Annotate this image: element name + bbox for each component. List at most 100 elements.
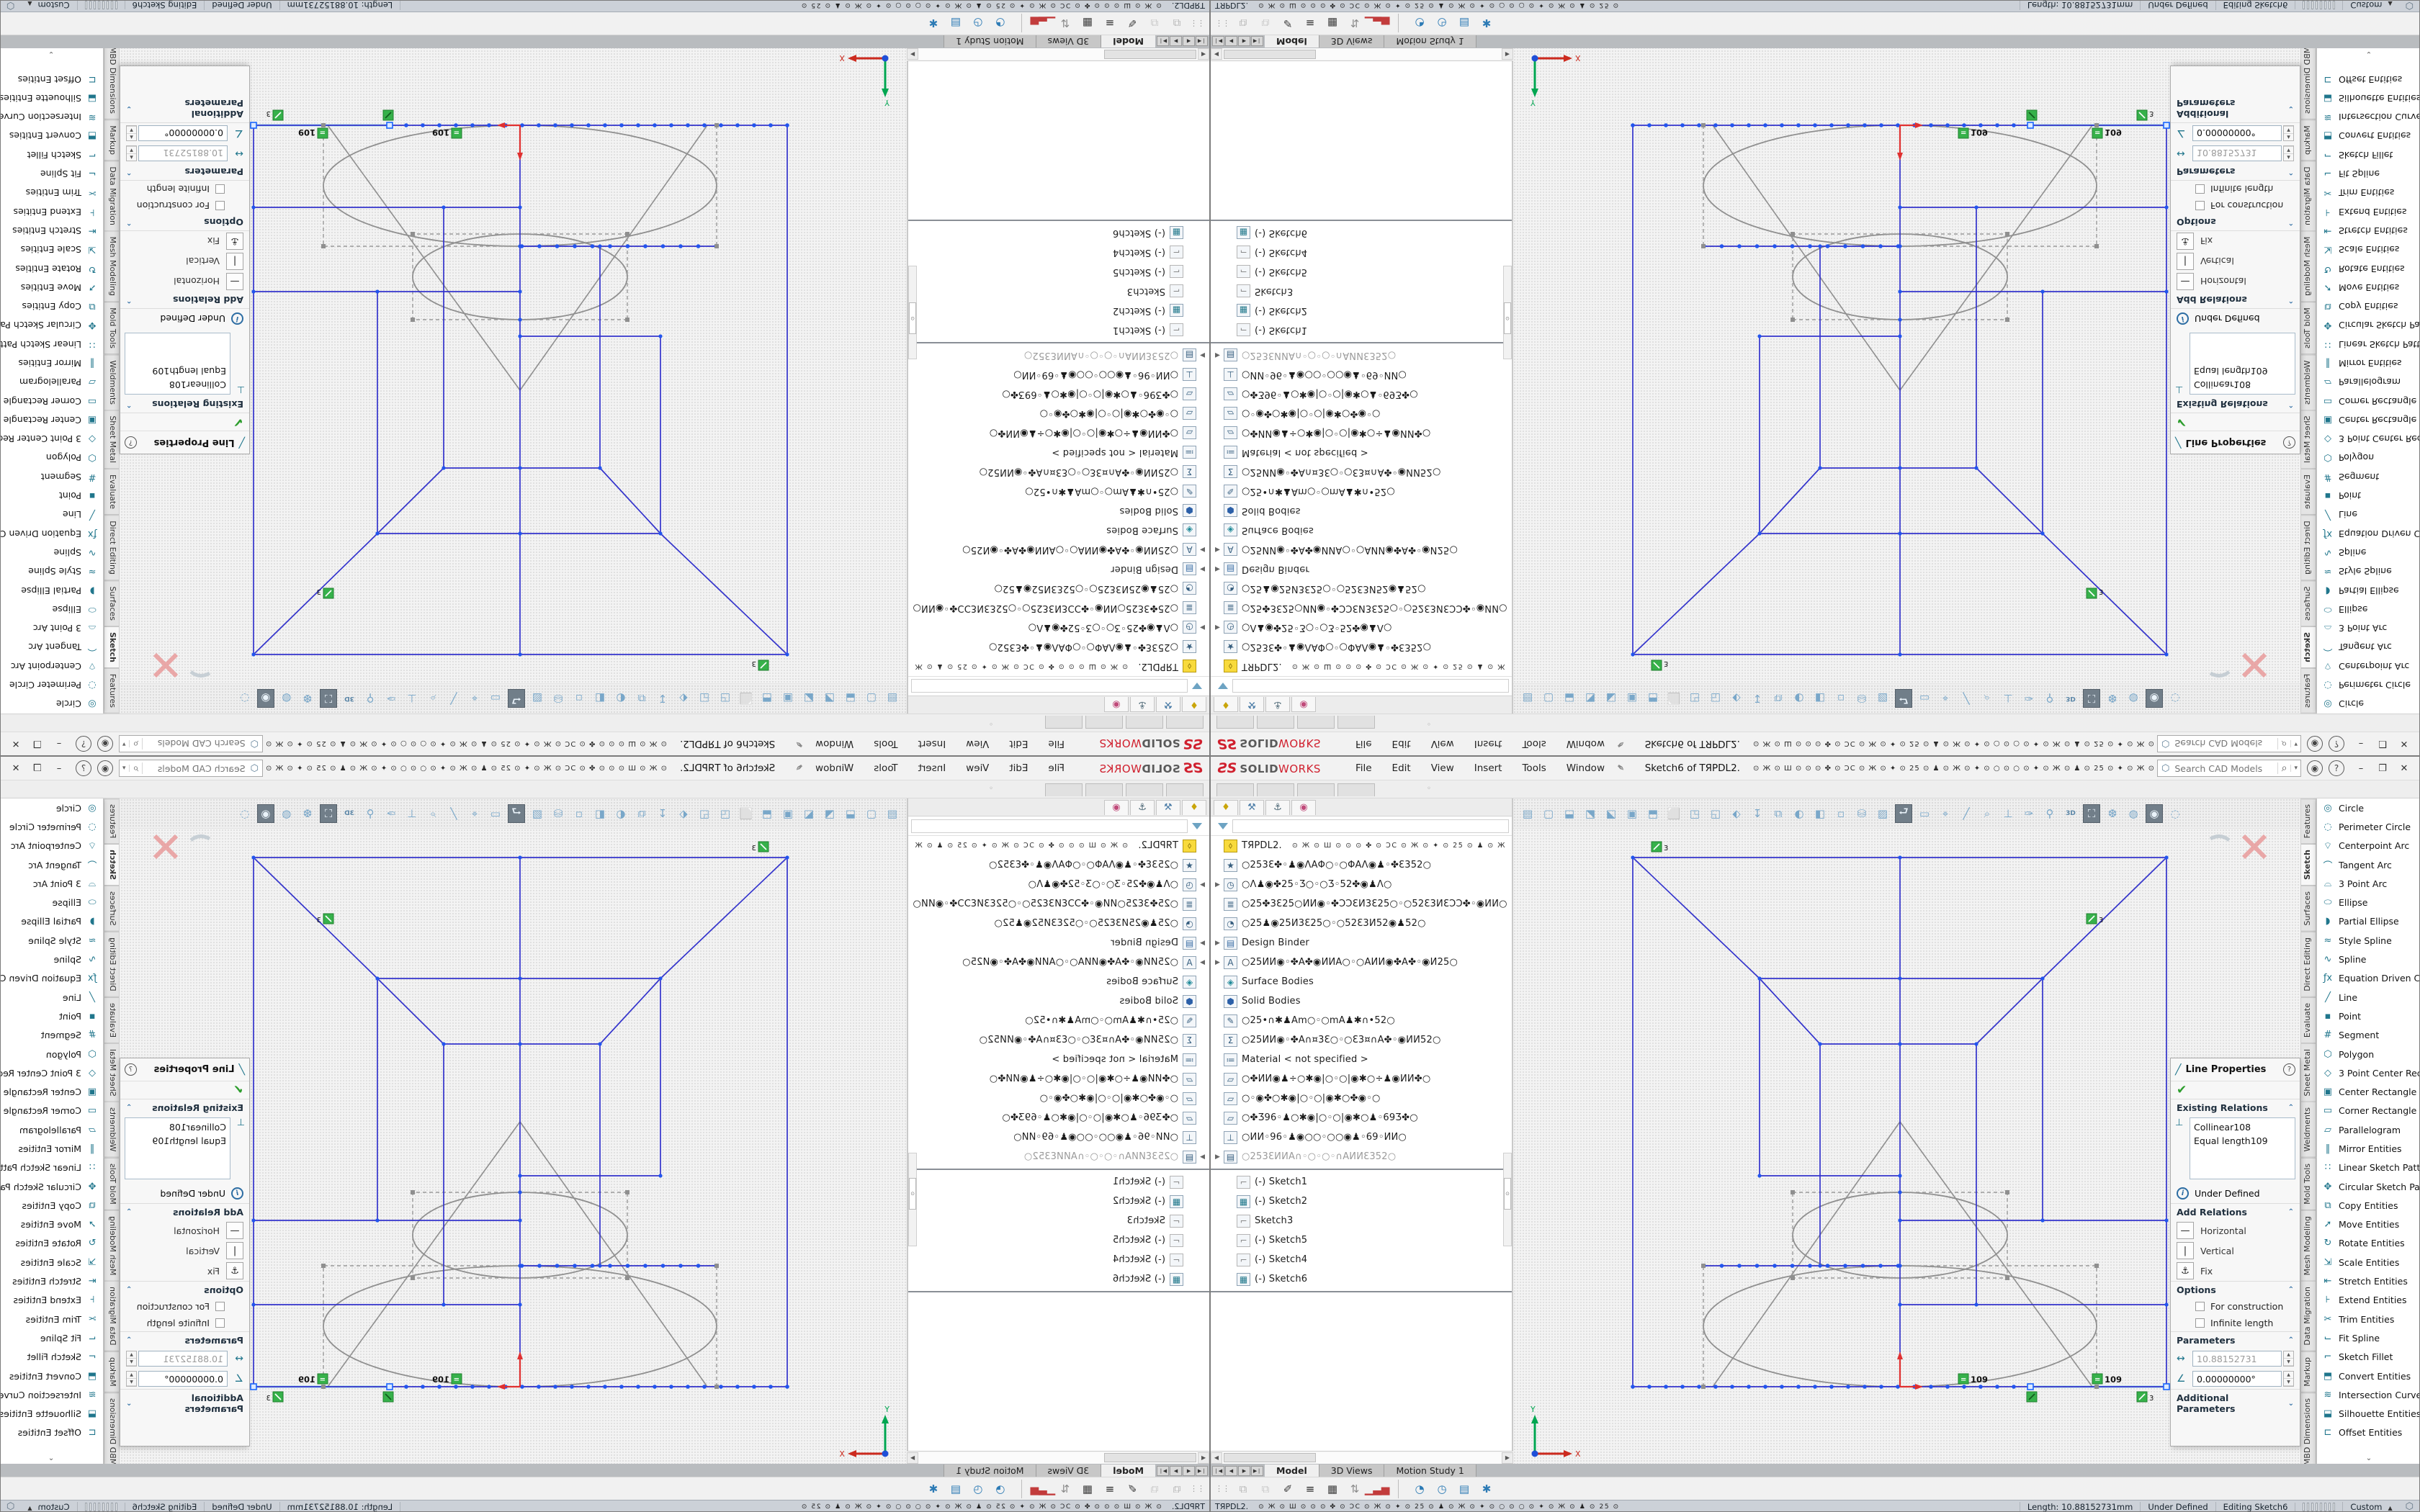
angle-spinner[interactable]: ▲▼: [2283, 1371, 2294, 1387]
tool-silhouette-entities[interactable]: ⬓Silhouette Entities: [0, 1405, 103, 1423]
tool-spline[interactable]: ∿Spline: [0, 543, 103, 562]
view-toolbar-icon[interactable]: ◍: [278, 804, 295, 823]
tab-motion-study[interactable]: Motion Study 1: [944, 1464, 1035, 1477]
view-toolbar-icon[interactable]: ⮐: [508, 804, 525, 823]
view-toolbar-icon[interactable]: ⛁: [550, 690, 567, 708]
tree-item-sigma[interactable]: Σ○25ИИ◉◦✤A∩¤3Ɛ○◦○Ɛ3¤∩A✤◦◉ИИ52○: [908, 1030, 1209, 1050]
section-existing-relations[interactable]: Existing Relations⌃: [2171, 1099, 2300, 1116]
tool-corner-rectangle[interactable]: ▭Corner Rectangle: [0, 392, 103, 410]
commandmanager-tab-mbd-dimensions[interactable]: MBD Dimensions: [2301, 48, 2316, 120]
tool-3-point-arc[interactable]: ⌓3 Point Arc: [2317, 619, 2420, 638]
flyout-scroll-more-icon[interactable]: ⌄: [0, 1454, 103, 1462]
search-icon[interactable]: ⌕: [130, 762, 143, 774]
collapse-icon[interactable]: ⌃: [2288, 1104, 2294, 1112]
view-toolbar-icon[interactable]: ⬕: [800, 690, 817, 708]
commandmanager-tab-features[interactable]: Features: [2301, 798, 2316, 844]
tree-item-sketch[interactable]: ⌐(-) Sketch1: [1211, 320, 1512, 340]
tab-3d-views[interactable]: 3D Views: [1319, 1464, 1385, 1477]
tree-item-sensors[interactable]: ≣○25✤3Ɛ25○ИИ◉◦✤ƆƆƐИ3Ɛ25○◦○52Ɛ3ИƐƆƆ✤◦◉ИИ○: [908, 894, 1209, 914]
propertymanager-tab[interactable]: ⚒: [1240, 698, 1264, 713]
view-toolbar-icon[interactable]: ⌖: [466, 690, 483, 708]
commandmanager-tab-weldments[interactable]: Weldments: [2301, 354, 2316, 410]
tool-center-rectangle[interactable]: ▣Center Rectangle: [2317, 410, 2420, 429]
view-toolbar-icon[interactable]: ▢: [863, 804, 880, 823]
collapse-icon[interactable]: ⌃: [2288, 400, 2294, 408]
tool-scale-entities[interactable]: ⇲Scale Entities: [0, 1253, 103, 1272]
tool-convert-entities[interactable]: ⬒Convert Entities: [2317, 1367, 2420, 1385]
tab-motion-study[interactable]: Motion Study 1: [1384, 35, 1476, 48]
checkbox[interactable]: [2195, 201, 2205, 210]
relations-list[interactable]: Collinear108 Equal length109: [2190, 333, 2295, 395]
view-toolbar-icon[interactable]: ◱: [696, 690, 713, 708]
view-toolbar-icon[interactable]: ▤: [1519, 690, 1536, 708]
tool-offset-entities[interactable]: ⊏Offset Entities: [0, 70, 103, 89]
section-add-relations[interactable]: Add Relations⌃: [2171, 292, 2300, 309]
section-existing-relations[interactable]: Existing Relations⌃: [120, 396, 249, 413]
tool-perimeter-circle[interactable]: ◌Perimeter Circle: [0, 675, 103, 694]
expand-arrow-icon[interactable]: ▶: [1196, 546, 1205, 554]
horizontal-icon[interactable]: —: [226, 1222, 243, 1239]
tree-item-sketch[interactable]: ⌐(-) Sketch1: [908, 320, 1209, 340]
tab-motion-study[interactable]: Motion Study 1: [1384, 1464, 1476, 1477]
section-parameters[interactable]: Parameters⌃: [120, 163, 249, 181]
view-toolbar-icon[interactable]: ⛶: [2083, 804, 2100, 823]
document-tab[interactable]: [1085, 783, 1123, 796]
tree-item-pencil[interactable]: ✎○25•∩✱♟Am○◦○mA♟✱∩•52○: [908, 1011, 1209, 1030]
view-toolbar-icon[interactable]: ⧉: [633, 690, 650, 708]
bottom-toolbar-icon[interactable]: ≡: [1101, 1480, 1119, 1498]
tree-vertical-scrollbar[interactable]: ⊙: [1503, 266, 1512, 359]
view-toolbar-icon[interactable]: ▫: [1832, 690, 1850, 708]
section-options[interactable]: Options⌃: [120, 1281, 249, 1298]
panel-help-icon[interactable]: ?: [125, 1063, 137, 1076]
document-tab[interactable]: [1337, 783, 1375, 796]
tool-copy-entities[interactable]: ⧉Copy Entities: [2317, 297, 2420, 315]
tree-vertical-scrollbar[interactable]: ⊙: [1503, 1153, 1512, 1246]
bottom-toolbar-icon[interactable]: ⧉: [1234, 15, 1252, 32]
view-toolbar-icon[interactable]: ▭: [487, 690, 504, 708]
tool-parallelogram[interactable]: ▱Parallelogram: [2317, 1120, 2420, 1139]
commandmanager-tab-data-migration[interactable]: Data Migration: [2301, 161, 2316, 231]
tool-line[interactable]: ╱Line: [0, 505, 103, 524]
collapse-icon[interactable]: ⌃: [126, 218, 132, 226]
view-toolbar-icon[interactable]: ⬒: [758, 804, 776, 823]
menu-edit[interactable]: Edit: [999, 735, 1038, 752]
view-toolbar-icon[interactable]: ╱: [445, 804, 462, 823]
commandmanager-tab-mesh-modeling[interactable]: Mesh Modeling: [2301, 231, 2316, 302]
view-toolbar-icon[interactable]: ⮐: [1895, 804, 1912, 823]
view-toolbar-icon[interactable]: ⌕: [1978, 804, 1996, 823]
commandmanager-tab-sheet-metal[interactable]: Sheet Metal: [2301, 1043, 2316, 1102]
fix-anchor-icon[interactable]: ⚓: [2177, 233, 2194, 250]
view-toolbar-icon[interactable]: ◉: [257, 804, 274, 823]
tool-trim-entities[interactable]: ✂Trim Entities: [2317, 184, 2420, 202]
commandmanager-tab-evaluate[interactable]: Evaluate: [104, 997, 119, 1043]
tool-trim-entities[interactable]: ✂Trim Entities: [0, 184, 103, 202]
view-toolbar-icon[interactable]: ◐: [612, 804, 629, 823]
add-relation-vertical[interactable]: |Vertical: [2171, 251, 2300, 271]
tree-item-plane[interactable]: ▱○✤Ʒ96◦♟○✱◉|○◦○|◉✱○♟◦69Ʒ✤○: [908, 384, 1209, 404]
angle-field[interactable]: 0.00000000°: [2192, 1371, 2282, 1387]
tool-style-spline[interactable]: ≈Style Spline: [2317, 931, 2420, 950]
relations-list[interactable]: Collinear108 Equal length109: [125, 333, 230, 395]
tree-vertical-scrollbar[interactable]: ⊙: [908, 266, 917, 359]
status-unit-profile[interactable]: Custom▲: [2342, 1, 2399, 11]
tool-center-rectangle[interactable]: ▣Center Rectangle: [0, 410, 103, 429]
commandmanager-tab-features[interactable]: Features: [2301, 668, 2316, 714]
tab-last-icon[interactable]: ▶❘: [1251, 1466, 1263, 1476]
tree-item-solid[interactable]: ⬢Solid Bodies: [1211, 991, 1512, 1011]
expand-arrow-icon[interactable]: ▶: [1215, 352, 1224, 359]
commandmanager-tab-sheet-metal[interactable]: Sheet Metal: [104, 410, 119, 469]
tree-item-sketch[interactable]: ⌐(-) Sketch4: [1211, 1250, 1512, 1269]
tool-circle[interactable]: ◎Circle: [2317, 695, 2420, 714]
view-toolbar-icon[interactable]: ⬜: [1665, 690, 1682, 708]
length-spinner[interactable]: ▲▼: [2283, 145, 2294, 161]
search-dropdown-icon[interactable]: ▾: [120, 765, 130, 772]
scroll-left-icon[interactable]: ◀: [1211, 1452, 1222, 1464]
tool-fit-spline[interactable]: ⌙Fit Spline: [2317, 1328, 2420, 1347]
view-toolbar-icon[interactable]: ╱: [445, 690, 462, 708]
tree-item-plane[interactable]: ▱○✤Ʒ96◦♟○✱◉|○◦○|◉✱○♟◦69Ʒ✤○: [1211, 384, 1512, 404]
restore-button[interactable]: ❐: [27, 735, 48, 752]
option-for-construction[interactable]: For construction: [120, 1298, 249, 1315]
accept-button[interactable]: ✔: [120, 413, 249, 431]
tree-item-part[interactable]: ⬨TЯPDL2.⊙ Ж ⊙ Ш ⊙ ⊙ ⊙ ✤ ⊙ ƆC ⊙ Ж ⊙ ✦ ⊙ 2…: [908, 836, 1209, 855]
tool-move-entities[interactable]: ➚Move Entities: [2317, 1215, 2420, 1234]
